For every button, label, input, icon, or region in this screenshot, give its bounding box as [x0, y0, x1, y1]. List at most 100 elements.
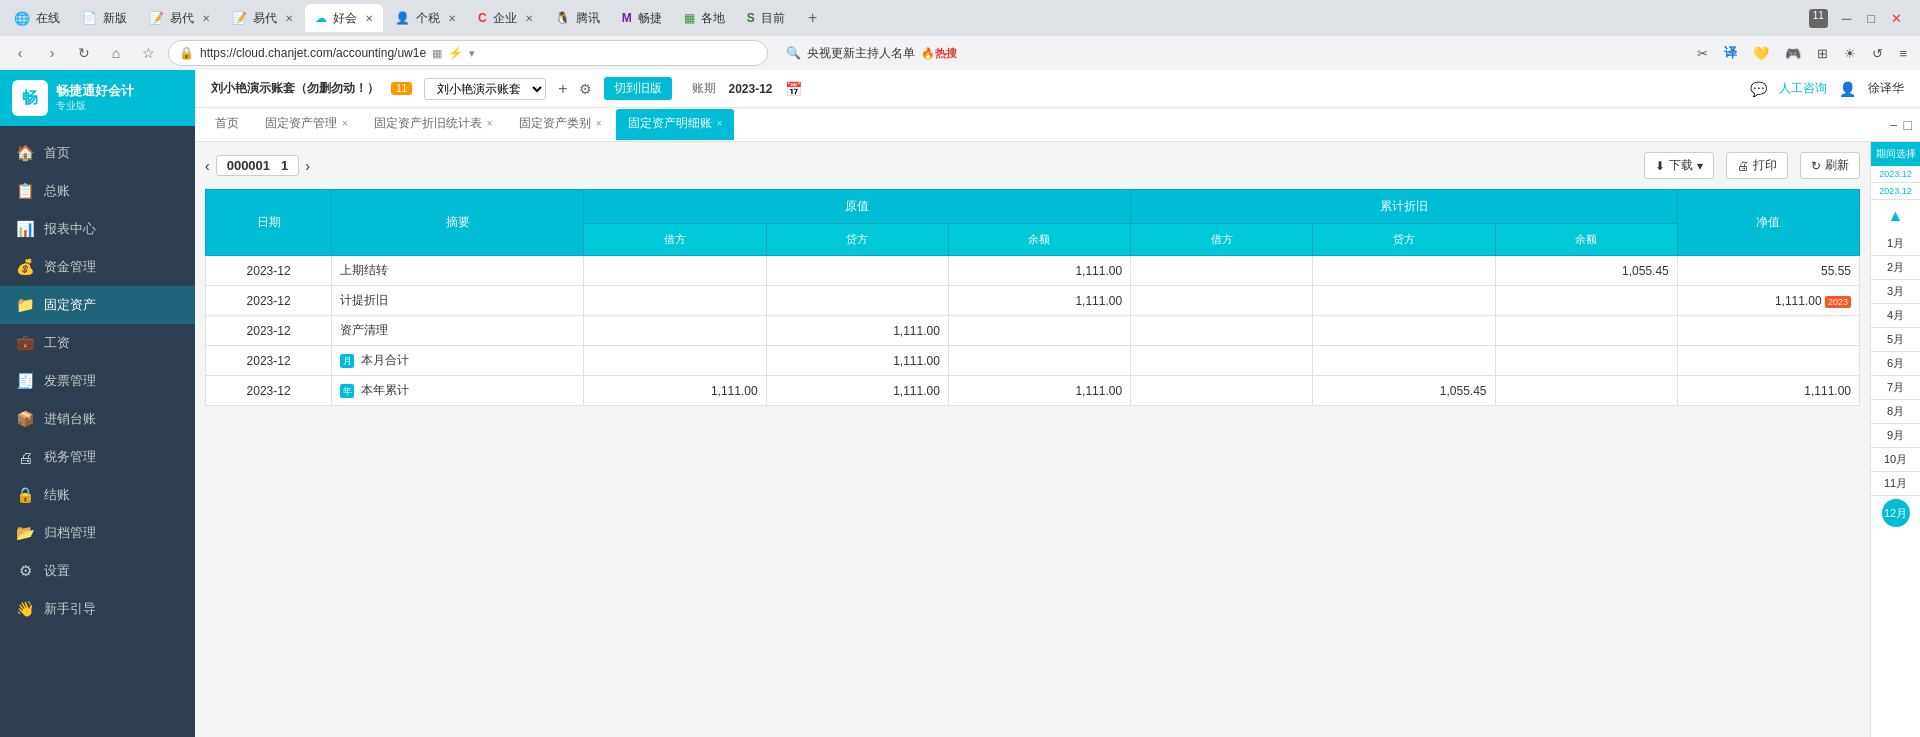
tab-asset-detail[interactable]: 固定资产明细账 ×: [616, 109, 735, 140]
top-bar-right: 💬 人工咨询 👤 徐译华: [1750, 80, 1904, 97]
back-button[interactable]: ‹: [8, 41, 32, 65]
period-month-3[interactable]: 3月: [1871, 280, 1920, 304]
next-page-button[interactable]: ›: [305, 158, 310, 174]
minimize-button[interactable]: ─: [1836, 9, 1857, 28]
tab-close-icon[interactable]: ×: [596, 118, 602, 129]
sidebar-item-sales-purchase[interactable]: 📦 进销台账: [0, 400, 195, 438]
period-date-1[interactable]: 2023.12: [1871, 166, 1920, 183]
sidebar-item-fixed-assets[interactable]: 📁 固定资产: [0, 286, 195, 324]
tab-asset-category[interactable]: 固定资产类别 ×: [507, 109, 614, 140]
menu-icon[interactable]: ≡: [1894, 44, 1912, 63]
chevron-down-icon[interactable]: ▾: [469, 47, 475, 60]
period-month-7[interactable]: 7月: [1871, 376, 1920, 400]
translate-icon[interactable]: 译: [1719, 42, 1742, 64]
game-icon[interactable]: 🎮: [1780, 44, 1806, 63]
browser-tab-zaixin[interactable]: 🌐 在线: [4, 4, 70, 32]
tab-favicon: 🐧: [555, 11, 570, 25]
sidebar-item-home[interactable]: 🏠 首页: [0, 134, 195, 172]
print-button[interactable]: 🖨 打印: [1726, 152, 1788, 179]
browser-tab-geshui[interactable]: 👤 个税 ✕: [385, 4, 466, 32]
prev-page-button[interactable]: ‹: [205, 158, 210, 174]
cell-accum-balance: [1495, 346, 1677, 376]
tab-depreciation-stats[interactable]: 固定资产折旧统计表 ×: [362, 109, 505, 140]
address-bar[interactable]: 🔒 https://cloud.chanjet.com/accounting/u…: [168, 40, 768, 66]
browser-tab-changjie[interactable]: M 畅捷: [612, 4, 672, 32]
sidebar-item-guide[interactable]: 👋 新手引导: [0, 590, 195, 628]
period-month-10[interactable]: 10月: [1871, 448, 1920, 472]
tab-close-icon[interactable]: ×: [717, 118, 723, 129]
period-up-button[interactable]: ▲: [1884, 203, 1908, 229]
period-month-4[interactable]: 4月: [1871, 304, 1920, 328]
tab-close-icon4[interactable]: ✕: [525, 13, 533, 24]
browser-tab-muqian[interactable]: S 目前: [737, 4, 795, 32]
user-avatar-icon: 👤: [1839, 81, 1856, 97]
sidebar-item-funds[interactable]: 💰 资金管理: [0, 248, 195, 286]
period-date-2[interactable]: 2023.12: [1871, 183, 1920, 200]
tab-close-icon2[interactable]: ✕: [285, 13, 293, 24]
period-month-6[interactable]: 6月: [1871, 352, 1920, 376]
cell-accum-credit: [1313, 286, 1495, 316]
period-month-1[interactable]: 1月: [1871, 232, 1920, 256]
download-button[interactable]: ⬇ 下载 ▾: [1644, 152, 1714, 179]
sidebar-item-archive[interactable]: 📂 归档管理: [0, 514, 195, 552]
scissors-icon[interactable]: ✂: [1692, 44, 1713, 63]
tab-close-icon[interactable]: ✕: [202, 13, 210, 24]
sidebar-item-tax[interactable]: 🖨 税务管理: [0, 438, 195, 476]
reload-button[interactable]: ↻: [72, 41, 96, 65]
wallet-icon[interactable]: 💛: [1748, 44, 1774, 63]
tabs-expand-button[interactable]: □: [1904, 117, 1912, 133]
refresh-button[interactable]: ↻ 刷新: [1800, 152, 1860, 179]
tabs-collapse-button[interactable]: −: [1889, 117, 1897, 133]
cell-accum-balance: [1495, 316, 1677, 346]
undo-icon[interactable]: ↺: [1867, 44, 1888, 63]
tab-home[interactable]: 首页: [203, 109, 251, 140]
switch-version-button[interactable]: 切到旧版: [604, 77, 672, 100]
period-month-11[interactable]: 11月: [1871, 472, 1920, 496]
browser-tab-yidai2[interactable]: 📝 易代 ✕: [222, 4, 303, 32]
sidebar-item-settings[interactable]: ⚙ 设置: [0, 552, 195, 590]
maximize-button[interactable]: □: [1861, 9, 1881, 28]
tab-close-icon[interactable]: ×: [487, 118, 493, 129]
sidebar-item-close-period[interactable]: 🔒 结账: [0, 476, 195, 514]
browser-tab-yidai1[interactable]: 📝 易代 ✕: [139, 4, 220, 32]
tab-close-icon[interactable]: ×: [342, 118, 348, 129]
home-button[interactable]: ⌂: [104, 41, 128, 65]
sidebar-item-payroll[interactable]: 💼 工资: [0, 324, 195, 362]
browser-tab-xinban[interactable]: 📄 新版: [72, 4, 137, 32]
header-date: 日期: [206, 190, 332, 256]
sun-icon[interactable]: ☀: [1839, 44, 1861, 63]
sidebar-item-label: 新手引导: [44, 600, 96, 618]
settings-gear-icon[interactable]: ⚙: [579, 81, 592, 97]
header-summary: 摘要: [332, 190, 584, 256]
browser-tab-haohui[interactable]: ☁ 好会 ✕: [305, 4, 383, 32]
grid-icon[interactable]: ⊞: [1812, 44, 1833, 63]
tab-fixed-assets-management[interactable]: 固定资产管理 ×: [253, 109, 360, 140]
cell-net-value: 55.55: [1677, 256, 1859, 286]
tab-close-icon3[interactable]: ✕: [448, 13, 456, 24]
forward-button[interactable]: ›: [40, 41, 64, 65]
reports-icon: 📊: [16, 220, 34, 238]
sidebar-item-invoice[interactable]: 🧾 发票管理: [0, 362, 195, 400]
period-month-8[interactable]: 8月: [1871, 400, 1920, 424]
new-tab-button[interactable]: +: [801, 6, 825, 30]
period-month-2[interactable]: 2月: [1871, 256, 1920, 280]
add-account-icon[interactable]: +: [558, 80, 567, 98]
year-badge: 2023: [1825, 296, 1851, 308]
period-month-12[interactable]: 12月: [1882, 499, 1910, 527]
sidebar-item-general-ledger[interactable]: 📋 总账: [0, 172, 195, 210]
period-month-5[interactable]: 5月: [1871, 328, 1920, 352]
support-label[interactable]: 人工咨询: [1779, 80, 1827, 97]
browser-tab-qiye[interactable]: C 企业 ✕: [468, 4, 543, 32]
bookmark-button[interactable]: ☆: [136, 41, 160, 65]
url-text: https://cloud.chanjet.com/accounting/uw1…: [200, 46, 426, 60]
browser-tab-tengxun[interactable]: 🐧 腾讯: [545, 4, 610, 32]
close-button[interactable]: ✕: [1885, 9, 1908, 28]
sidebar-item-label: 固定资产: [44, 296, 96, 314]
sidebar-item-label: 进销台账: [44, 410, 96, 428]
account-selector[interactable]: 刘小艳演示账套: [424, 78, 546, 100]
tab-close-icon-active[interactable]: ✕: [365, 13, 373, 24]
sidebar-item-reports[interactable]: 📊 报表中心: [0, 210, 195, 248]
calendar-icon[interactable]: 📅: [785, 81, 802, 97]
browser-tab-gedi[interactable]: ▦ 各地: [674, 4, 735, 32]
period-month-9[interactable]: 9月: [1871, 424, 1920, 448]
